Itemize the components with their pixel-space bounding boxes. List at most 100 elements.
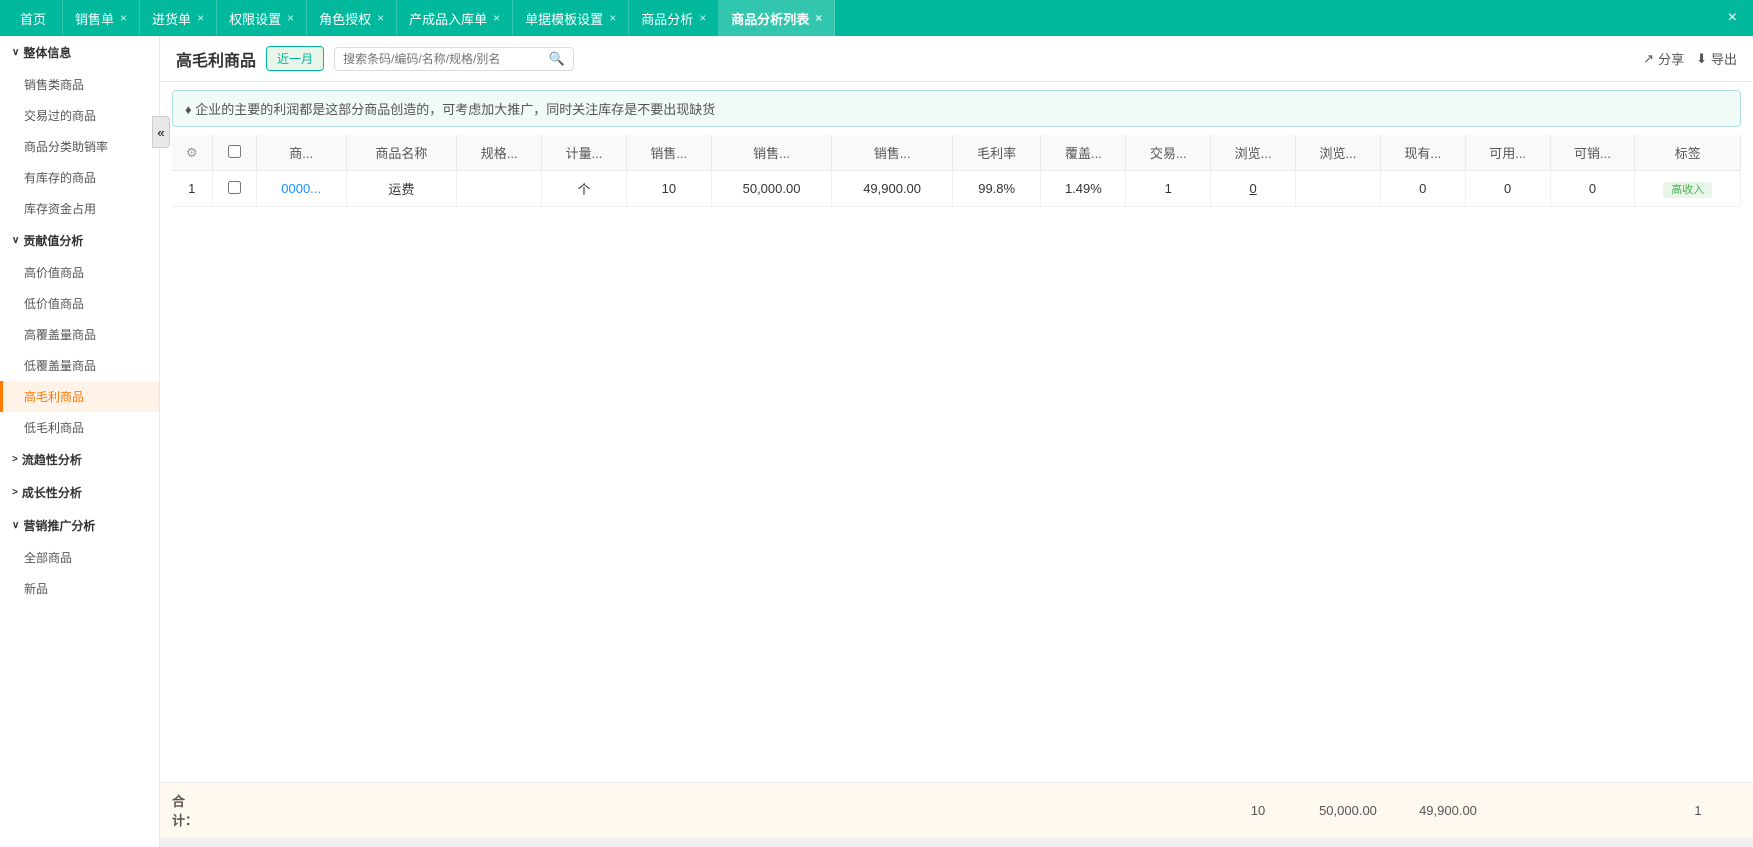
sidebar-item-0-1[interactable]: 交易过的商品 <box>0 100 159 131</box>
data-table: ⚙商...商品名称规格...计量...销售...销售...销售...毛利率覆盖.… <box>172 135 1741 207</box>
sidebar-item-0-2[interactable]: 商品分类助销率 <box>0 131 159 162</box>
nav-tab-0[interactable]: 首页 <box>4 0 63 36</box>
row-available: 0 <box>1465 171 1550 207</box>
footer-col-7: 49,900.00 <box>1398 803 1498 818</box>
footer-col-0 <box>718 803 818 818</box>
sidebar-item-1-1[interactable]: 低价值商品 <box>0 288 159 319</box>
row-stock: 0 <box>1380 171 1465 207</box>
sidebar-section-2[interactable]: >流趋性分析 <box>0 443 159 476</box>
export-button[interactable]: ⬇ 导出 <box>1696 49 1737 68</box>
nav-tab-6[interactable]: 单据模板设置× <box>513 0 629 36</box>
footer-summary: 合计： 1050,000.0049,900.00100 <box>160 782 1753 837</box>
sidebar-item-0-3[interactable]: 有库存的商品 <box>0 162 159 193</box>
nav-tab-4[interactable]: 角色授权× <box>307 0 397 36</box>
bottom-scrollbar[interactable] <box>160 837 1753 847</box>
sidebar-item-0-0[interactable]: 销售类商品 <box>0 69 159 100</box>
sidebar-item-1-2[interactable]: 高覆盖量商品 <box>0 319 159 350</box>
sidebar-section-3[interactable]: >成长性分析 <box>0 476 159 509</box>
nav-tab-2[interactable]: 进货单× <box>140 0 217 36</box>
top-nav: 首页销售单×进货单×权限设置×角色授权×产成品入库单×单据模板设置×商品分析×商… <box>0 0 1753 36</box>
page-title: 高毛利商品 <box>176 47 256 71</box>
info-banner: ♦ 企业的主要的利润都是这部分商品创造的，可考虑加大推广，同时关注库存是不要出现… <box>172 90 1741 127</box>
tab-close-btn-5[interactable]: × <box>493 11 500 25</box>
table-row: 10000...运费个1050,000.0049,900.0099.8%1.49… <box>172 171 1741 207</box>
footer-col-11 <box>1738 803 1753 818</box>
footer-col-8 <box>1498 803 1578 818</box>
col-header-17[interactable]: 标签 <box>1635 135 1741 171</box>
nav-tab-3[interactable]: 权限设置× <box>217 0 307 36</box>
col-header-4[interactable]: 规格... <box>457 135 542 171</box>
footer-spacer <box>518 803 618 818</box>
footer-col-3 <box>1018 803 1118 818</box>
sidebar-item-0-4[interactable]: 库存资金占用 <box>0 193 159 224</box>
col-header-3[interactable]: 商品名称 <box>346 135 457 171</box>
col-header-9[interactable]: 毛利率 <box>952 135 1041 171</box>
content-area: 高毛利商品 近一月 🔍 ↗ 分享 ⬇ 导出 ♦ 企业的主要的利润都是这部分商品创… <box>160 36 1753 847</box>
sidebar-section-4[interactable]: ∨营销推广分析 <box>0 509 159 542</box>
tab-close-btn-2[interactable]: × <box>197 11 204 25</box>
col-header-8[interactable]: 销售... <box>832 135 953 171</box>
nav-tab-5[interactable]: 产成品入库单× <box>397 0 513 36</box>
nav-tab-7[interactable]: 商品分析× <box>629 0 719 36</box>
footer-spacer <box>218 803 318 818</box>
col-header-11[interactable]: 交易... <box>1126 135 1211 171</box>
col-header-0: ⚙ <box>172 135 212 171</box>
main-layout: ∨整体信息销售类商品交易过的商品商品分类助销率有库存的商品库存资金占用∨贡献值分… <box>0 36 1753 847</box>
col-header-14[interactable]: 现有... <box>1380 135 1465 171</box>
row-gross-rate: 99.8% <box>952 171 1041 207</box>
sidebar-item-1-3[interactable]: 低覆盖量商品 <box>0 350 159 381</box>
row-views1[interactable]: 0 <box>1211 171 1296 207</box>
footer-col-5: 10 <box>1218 803 1298 818</box>
col-header-12[interactable]: 浏览... <box>1211 135 1296 171</box>
col-header-15[interactable]: 可用... <box>1465 135 1550 171</box>
row-index: 1 <box>172 171 212 207</box>
footer-col-1 <box>818 803 918 818</box>
sidebar-item-1-5[interactable]: 低毛利商品 <box>0 412 159 443</box>
sidebar-collapse-button[interactable]: « <box>152 116 170 148</box>
share-button[interactable]: ↗ 分享 <box>1643 49 1684 68</box>
col-header-5[interactable]: 计量... <box>542 135 627 171</box>
sidebar-item-4-1[interactable]: 新品 <box>0 573 159 604</box>
content-header: 高毛利商品 近一月 🔍 ↗ 分享 ⬇ 导出 <box>160 36 1753 82</box>
settings-icon[interactable]: ⚙ <box>186 145 198 160</box>
footer-col-10: 1 <box>1658 803 1738 818</box>
sidebar-section-0[interactable]: ∨整体信息 <box>0 36 159 69</box>
window-close-button[interactable]: × <box>1716 9 1749 27</box>
tab-close-btn-3[interactable]: × <box>287 11 294 25</box>
col-header-16[interactable]: 可销... <box>1550 135 1635 171</box>
search-input[interactable] <box>343 52 549 66</box>
row-sales2: 50,000.00 <box>711 171 832 207</box>
col-header-13[interactable]: 浏览... <box>1296 135 1381 171</box>
tab-close-btn-8[interactable]: × <box>815 11 822 25</box>
tab-close-btn-6[interactable]: × <box>609 11 616 25</box>
sidebar-section-1[interactable]: ∨贡献值分析 <box>0 224 159 257</box>
col-header-2[interactable]: 商... <box>256 135 346 171</box>
filter-recent-month-button[interactable]: 近一月 <box>266 46 324 71</box>
search-icon[interactable]: 🔍 <box>549 51 565 67</box>
row-spec <box>457 171 542 207</box>
nav-tab-8[interactable]: 商品分析列表× <box>719 0 835 36</box>
footer-col-2 <box>918 803 1018 818</box>
export-icon: ⬇ <box>1696 51 1707 67</box>
select-all-checkbox[interactable] <box>228 145 241 158</box>
col-header-6[interactable]: 销售... <box>626 135 711 171</box>
sidebar-item-1-0[interactable]: 高价值商品 <box>0 257 159 288</box>
col-header-10[interactable]: 覆盖... <box>1041 135 1126 171</box>
tab-close-btn-1[interactable]: × <box>120 11 127 25</box>
tab-close-btn-7[interactable]: × <box>699 11 706 25</box>
nav-tab-1[interactable]: 销售单× <box>63 0 140 36</box>
footer-col-9 <box>1578 803 1658 818</box>
sidebar-item-1-4[interactable]: 高毛利商品 <box>0 381 159 412</box>
row-tag: 高收入 <box>1635 171 1741 207</box>
table-container: ⚙商...商品名称规格...计量...销售...销售...销售...毛利率覆盖.… <box>160 135 1753 782</box>
row-checkbox[interactable] <box>212 171 256 207</box>
footer-col-6: 50,000.00 <box>1298 803 1398 818</box>
row-unit: 个 <box>542 171 627 207</box>
col-header-7[interactable]: 销售... <box>711 135 832 171</box>
header-actions: ↗ 分享 ⬇ 导出 <box>1643 49 1737 68</box>
sidebar-item-4-0[interactable]: 全部商品 <box>0 542 159 573</box>
info-text: ♦ 企业的主要的利润都是这部分商品创造的，可考虑加大推广，同时关注库存是不要出现… <box>185 99 715 118</box>
row-sellable: 0 <box>1550 171 1635 207</box>
tab-close-btn-4[interactable]: × <box>377 11 384 25</box>
share-icon: ↗ <box>1643 51 1654 67</box>
